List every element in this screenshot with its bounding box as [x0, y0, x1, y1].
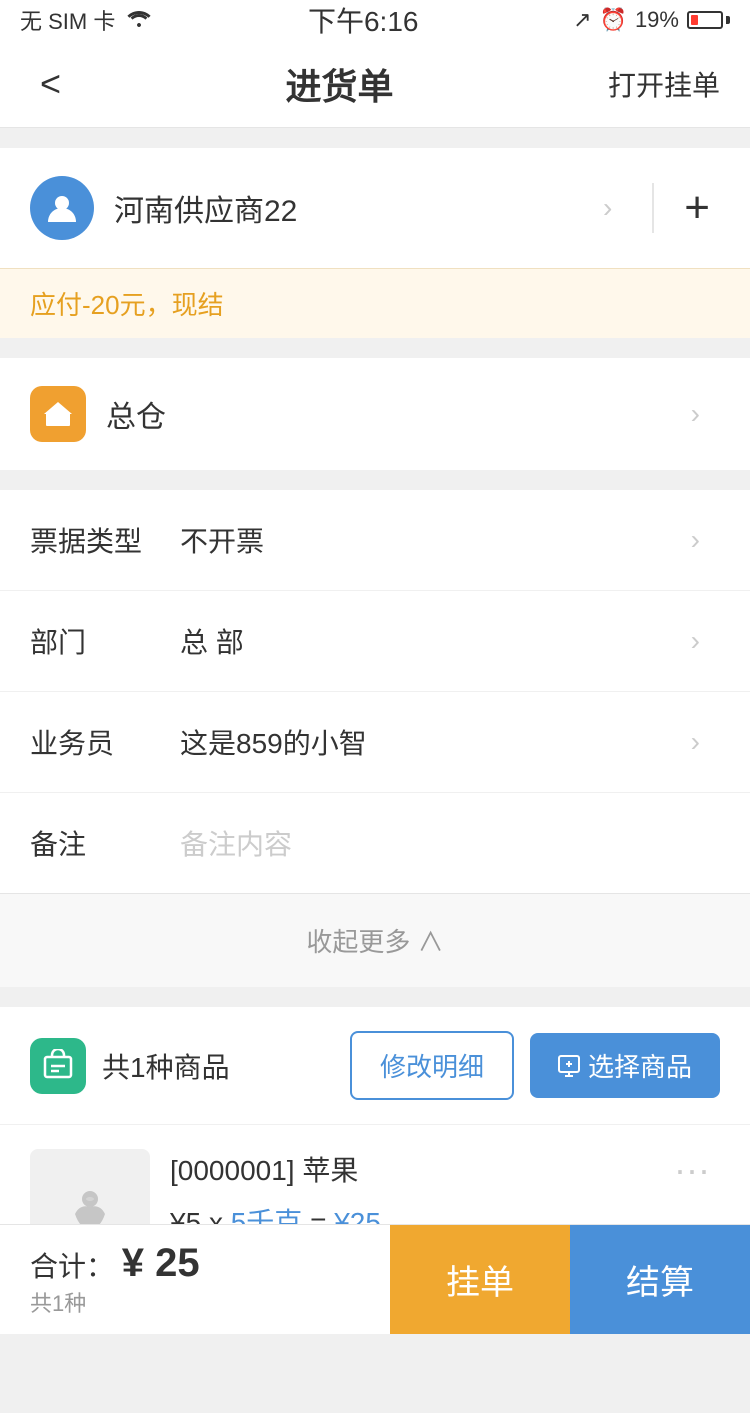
supplier-avatar	[30, 176, 94, 240]
hang-button[interactable]: 挂单	[390, 1225, 570, 1334]
form-section: 票据类型 不开票 › 部门 总 部 › 业务员 这是859的小智 › 备注 备注…	[0, 490, 750, 893]
sales-value: 这是859的小智	[180, 722, 691, 762]
total-line: 合计： ¥ 25	[30, 1241, 360, 1286]
section-gap-1	[0, 128, 750, 148]
edit-detail-button[interactable]: 修改明细	[350, 1031, 514, 1100]
main-content: 河南供应商22 › + 应付-20元，现结 总仓 › 票据类型 不开	[0, 128, 750, 1413]
remark-input[interactable]: 备注内容	[180, 823, 720, 863]
back-button[interactable]: <	[30, 53, 71, 115]
add-supplier-button[interactable]: +	[674, 183, 720, 233]
status-left: 无 SIM 卡	[20, 4, 153, 36]
dept-row[interactable]: 部门 总 部 ›	[0, 591, 750, 692]
carrier-text: 无 SIM 卡	[20, 4, 115, 36]
sales-label: 业务员	[30, 722, 150, 762]
supplier-divider	[652, 183, 654, 233]
total-count: 共1种	[30, 1286, 360, 1318]
select-product-label: 选择商品	[588, 1047, 692, 1084]
nav-bar: < 进货单 打开挂单	[0, 40, 750, 128]
wifi-icon	[125, 7, 153, 33]
product-header: 共1种商品 修改明细 选择商品	[0, 1007, 750, 1124]
product-id: [0000001]	[170, 1155, 295, 1186]
invoice-label: 票据类型	[30, 520, 150, 560]
dept-chevron-icon: ›	[691, 625, 700, 657]
section-gap-4	[0, 987, 750, 1007]
remark-label: 备注	[30, 823, 150, 863]
product-title: 苹果	[302, 1155, 358, 1186]
location-icon: ↗	[573, 7, 591, 33]
product-name: [0000001] 苹果	[170, 1149, 664, 1189]
supplier-name: 河南供应商22	[114, 186, 603, 230]
page-title: 进货单	[286, 58, 394, 110]
supplier-row[interactable]: 河南供应商22 › +	[0, 148, 750, 268]
warehouse-section: 总仓 ›	[0, 358, 750, 470]
sales-row[interactable]: 业务员 这是859的小智 ›	[0, 692, 750, 793]
section-gap-3	[0, 470, 750, 490]
sales-chevron-icon: ›	[691, 726, 700, 758]
product-more-button[interactable]: ···	[664, 1149, 720, 1191]
dept-label: 部门	[30, 621, 150, 661]
warehouse-chevron-icon: ›	[691, 398, 700, 430]
collapse-button[interactable]: 收起更多 ∧	[0, 893, 750, 987]
battery-text: 19%	[635, 7, 679, 33]
invoice-chevron-icon: ›	[691, 524, 700, 556]
supplier-chevron-icon: ›	[603, 192, 612, 224]
select-product-button[interactable]: 选择商品	[530, 1033, 720, 1098]
battery-icon	[687, 11, 730, 29]
product-count-icon	[30, 1038, 86, 1094]
remark-row[interactable]: 备注 备注内容	[0, 793, 750, 893]
status-bar: 无 SIM 卡 下午6:16 ↗ ⏰ 19%	[0, 0, 750, 40]
status-right: ↗ ⏰ 19%	[573, 7, 730, 33]
open-hang-button[interactable]: 打开挂单	[608, 64, 720, 104]
warehouse-row[interactable]: 总仓 ›	[0, 358, 750, 470]
warehouse-icon	[30, 386, 86, 442]
bottom-total: 合计： ¥ 25 共1种	[0, 1225, 390, 1334]
total-label: 合计：	[30, 1251, 114, 1282]
supplier-section: 河南供应商22 › + 应付-20元，现结	[0, 148, 750, 338]
bottom-bar: 合计： ¥ 25 共1种 挂单 结算	[0, 1224, 750, 1334]
invoice-value: 不开票	[180, 520, 691, 560]
dept-value: 总 部	[180, 621, 691, 661]
alarm-icon: ⏰	[600, 7, 627, 33]
total-amount: ¥ 25	[122, 1241, 200, 1285]
warehouse-name: 总仓	[106, 392, 691, 436]
status-time: 下午6:16	[308, 0, 419, 40]
invoice-row[interactable]: 票据类型 不开票 ›	[0, 490, 750, 591]
product-count-text: 共1种商品	[102, 1046, 350, 1086]
supplier-notice: 应付-20元，现结	[0, 268, 750, 338]
section-gap-2	[0, 338, 750, 358]
checkout-button[interactable]: 结算	[570, 1225, 750, 1334]
